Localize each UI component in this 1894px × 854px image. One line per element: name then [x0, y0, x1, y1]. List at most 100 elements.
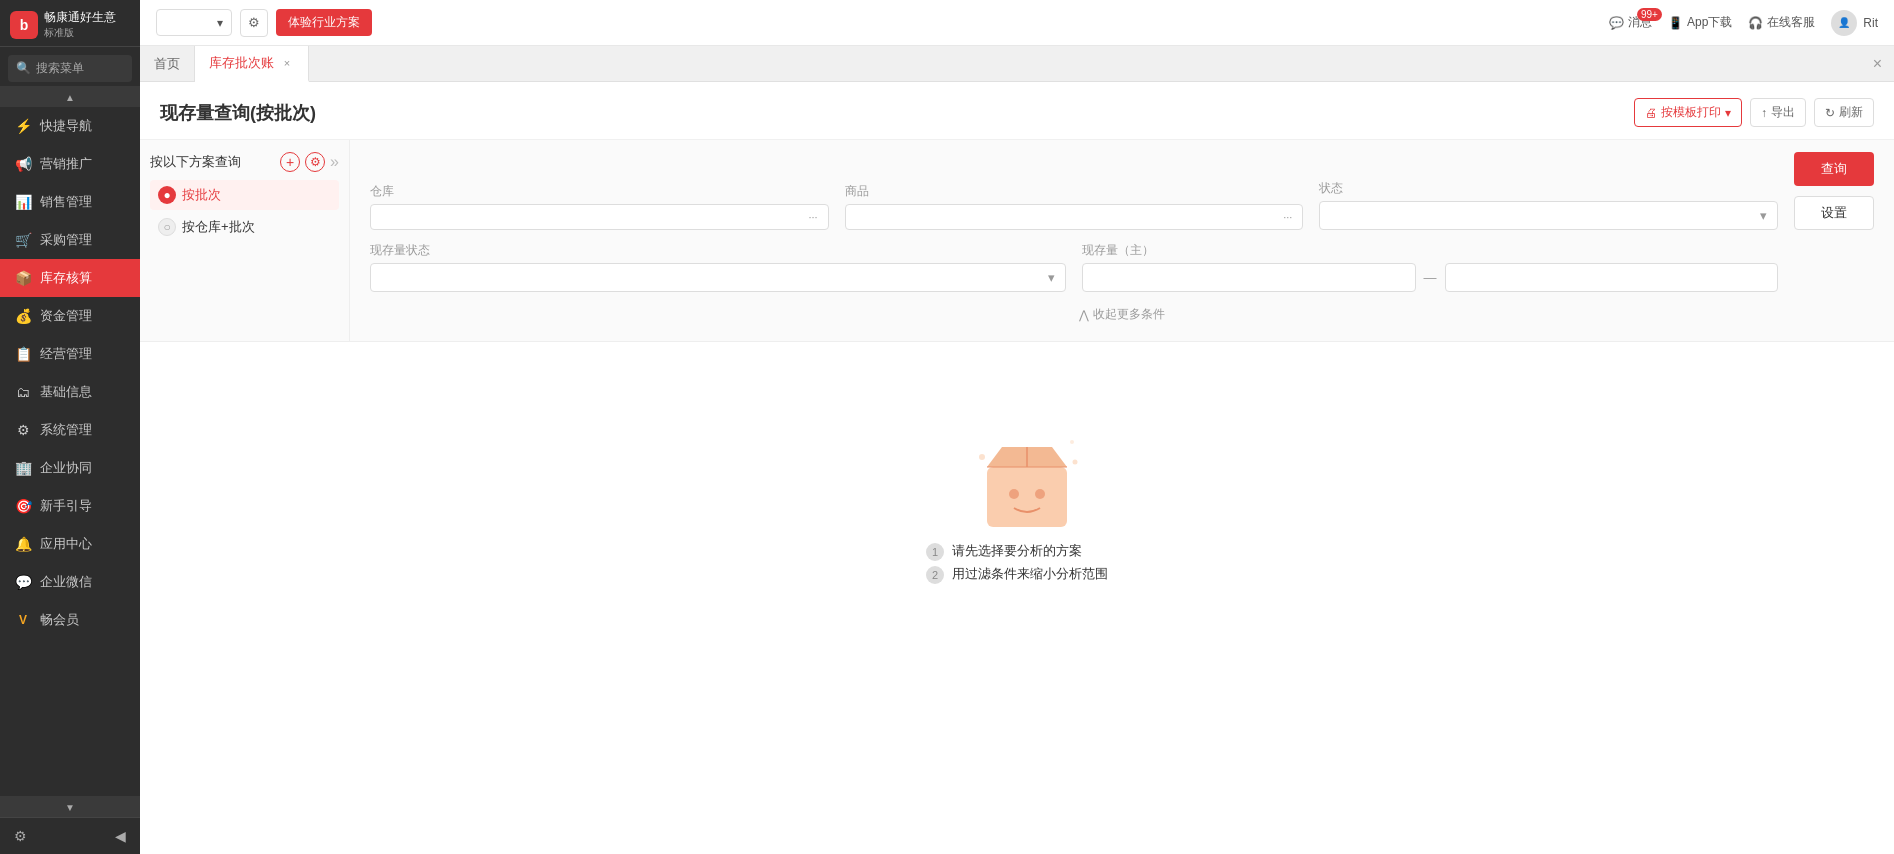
- empty-instructions: 1 请先选择要分析的方案 2 用过滤条件来缩小分析范围: [926, 542, 1108, 588]
- sidebar-item-label: 快捷导航: [40, 117, 92, 135]
- product-field: 商品 ···: [845, 183, 1304, 230]
- export-button[interactable]: ↑ 导出: [1750, 98, 1806, 127]
- sidebar-item-marketing[interactable]: 📢 营销推广: [0, 145, 140, 183]
- sidebar-scroll-up[interactable]: ▲: [0, 86, 140, 107]
- filter-option-label: 按批次: [182, 186, 221, 204]
- settings-outline-button[interactable]: 设置: [1794, 196, 1874, 230]
- refresh-button[interactable]: ↻ 刷新: [1814, 98, 1874, 127]
- stock-status-label: 现存量状态: [370, 242, 1066, 259]
- tab-inventory-batch[interactable]: 库存批次账 ×: [195, 46, 309, 82]
- export-label: 导出: [1771, 104, 1795, 121]
- tab-close-icon[interactable]: ×: [280, 56, 294, 70]
- member-icon: V: [14, 611, 32, 629]
- page-header: 现存量查询(按批次) 🖨 按模板打印 ▾ ↑ 导出 ↻ 刷新: [140, 82, 1894, 140]
- query-button[interactable]: 查询: [1794, 152, 1874, 186]
- product-input[interactable]: ···: [845, 204, 1304, 230]
- collapse-conditions-button[interactable]: ⋀ 收起更多条件: [1073, 300, 1171, 329]
- warehouse-input[interactable]: ···: [370, 204, 829, 230]
- online-support-button[interactable]: 🎧 在线客服: [1748, 14, 1815, 31]
- online-support-label: 在线客服: [1767, 14, 1815, 31]
- product-more-icon: ···: [1283, 211, 1292, 223]
- warehouse-field: 仓库 ···: [370, 183, 829, 230]
- system-icon: ⚙: [14, 421, 32, 439]
- sidebar-item-label: 应用中心: [40, 535, 92, 553]
- sidebar-menu: ⚡ 快捷导航 📢 营销推广 📊 销售管理 🛒 采购管理 📦 库存核算 💰 资金管…: [0, 107, 140, 796]
- sidebar-item-label: 企业协同: [40, 459, 92, 477]
- refresh-label: 刷新: [1839, 104, 1863, 121]
- topbar-settings-button[interactable]: ⚙: [240, 9, 268, 37]
- sidebar-item-quick-nav[interactable]: ⚡ 快捷导航: [0, 107, 140, 145]
- sidebar-item-label: 基础信息: [40, 383, 92, 401]
- user-area[interactable]: 👤 Rit: [1831, 10, 1878, 36]
- filter-row-1: 仓库 ··· 商品 ···: [370, 152, 1874, 230]
- main-area: ▾ ⚙ 体验行业方案 💬 消息 99+ 📱 App下载 🎧 在线客服 👤 Rit: [140, 0, 1894, 854]
- sidebar-item-finance[interactable]: 💰 资金管理: [0, 297, 140, 335]
- messages-button[interactable]: 💬 消息 99+: [1609, 14, 1652, 31]
- empty-svg: [967, 422, 1087, 532]
- stock-status-select[interactable]: ▾: [370, 263, 1066, 292]
- stock-qty-min-input[interactable]: [1082, 263, 1416, 292]
- print-button[interactable]: 🖨 按模板打印 ▾: [1634, 98, 1742, 127]
- filter-row-2: 现存量状态 ▾ 现存量（主） —: [370, 242, 1874, 292]
- sidebar-item-purchase[interactable]: 🛒 采购管理: [0, 221, 140, 259]
- topbar-scheme-dropdown[interactable]: ▾: [156, 9, 232, 36]
- step-num-2: 2: [926, 566, 944, 584]
- app-download-button[interactable]: 📱 App下载: [1668, 14, 1732, 31]
- search-label: 搜索菜单: [36, 60, 84, 77]
- print-dropdown-icon: ▾: [1725, 106, 1731, 120]
- action-buttons: 查询 设置: [1794, 152, 1874, 230]
- avatar: 👤: [1831, 10, 1857, 36]
- filter-settings-icon[interactable]: ⚙: [305, 152, 325, 172]
- step-2-text: 用过滤条件来缩小分析范围: [952, 565, 1108, 583]
- username: Rit: [1863, 16, 1878, 30]
- status-select[interactable]: ▾: [1319, 201, 1778, 230]
- sidebar-item-enterprise[interactable]: 🏢 企业协同: [0, 449, 140, 487]
- filter-option-by-batch[interactable]: ● 按批次: [150, 180, 339, 210]
- wechat-icon: 💬: [14, 573, 32, 591]
- chevron-down-icon: ▾: [1760, 208, 1767, 223]
- settings-icon[interactable]: ⚙: [14, 828, 27, 844]
- filter-add-button[interactable]: +: [280, 152, 300, 172]
- sidebar-footer: ⚙ ◀: [0, 817, 140, 854]
- finance-icon: 💰: [14, 307, 32, 325]
- newbie-icon: 🎯: [14, 497, 32, 515]
- sidebar-scroll-down[interactable]: ▼: [0, 796, 140, 817]
- dropdown-text: [165, 14, 213, 31]
- sidebar-item-wechat[interactable]: 💬 企业微信: [0, 563, 140, 601]
- sidebar-item-member[interactable]: V 畅会员: [0, 601, 140, 639]
- page-content: 现存量查询(按批次) 🖨 按模板打印 ▾ ↑ 导出 ↻ 刷新: [140, 82, 1894, 854]
- filter-section-title: 按以下方案查询: [150, 153, 241, 171]
- filter-collapse-icon[interactable]: »: [330, 153, 339, 171]
- collapse-up-icon: ⋀: [1079, 308, 1089, 322]
- brand-info: 畅康通好生意 标准版: [44, 10, 116, 40]
- basic-icon: 🗂: [14, 383, 32, 401]
- collapse-sidebar-icon[interactable]: ◀: [115, 828, 126, 844]
- brand: b 畅康通好生意 标准版: [10, 10, 130, 40]
- sidebar-item-operation[interactable]: 📋 经营管理: [0, 335, 140, 373]
- close-panel-button[interactable]: ×: [1861, 55, 1894, 73]
- sidebar-item-basic[interactable]: 🗂 基础信息: [0, 373, 140, 411]
- step-1-text: 请先选择要分析的方案: [952, 542, 1082, 560]
- sidebar-item-inventory[interactable]: 📦 库存核算: [0, 259, 140, 297]
- inventory-icon: 📦: [14, 269, 32, 287]
- svg-point-3: [1009, 489, 1019, 499]
- headset-icon: 🎧: [1748, 16, 1763, 30]
- stock-qty-max-input[interactable]: [1445, 263, 1779, 292]
- sidebar-item-newbie[interactable]: 🎯 新手引导: [0, 487, 140, 525]
- filter-option-by-warehouse-batch[interactable]: ○ 按仓库+批次: [150, 212, 339, 242]
- sidebar-item-label: 销售管理: [40, 193, 92, 211]
- by-batch-icon: ●: [158, 186, 176, 204]
- industry-button[interactable]: 体验行业方案: [276, 9, 372, 36]
- sidebar-item-appstore[interactable]: 🔔 应用中心: [0, 525, 140, 563]
- sidebar-item-label: 资金管理: [40, 307, 92, 325]
- sidebar-item-system[interactable]: ⚙ 系统管理: [0, 411, 140, 449]
- sidebar-item-sales[interactable]: 📊 销售管理: [0, 183, 140, 221]
- topbar: ▾ ⚙ 体验行业方案 💬 消息 99+ 📱 App下载 🎧 在线客服 👤 Rit: [140, 0, 1894, 46]
- brand-version: 标准版: [44, 26, 116, 40]
- tab-home[interactable]: 首页: [140, 46, 195, 82]
- filter-left-panel: 按以下方案查询 + ⚙ » ● 按批次 ○ 按仓库+批次: [140, 140, 350, 341]
- search-menu[interactable]: 🔍 搜索菜单: [8, 55, 132, 82]
- message-icon: 💬: [1609, 16, 1624, 30]
- sidebar-item-label: 系统管理: [40, 421, 92, 439]
- sidebar-item-label: 企业微信: [40, 573, 92, 591]
